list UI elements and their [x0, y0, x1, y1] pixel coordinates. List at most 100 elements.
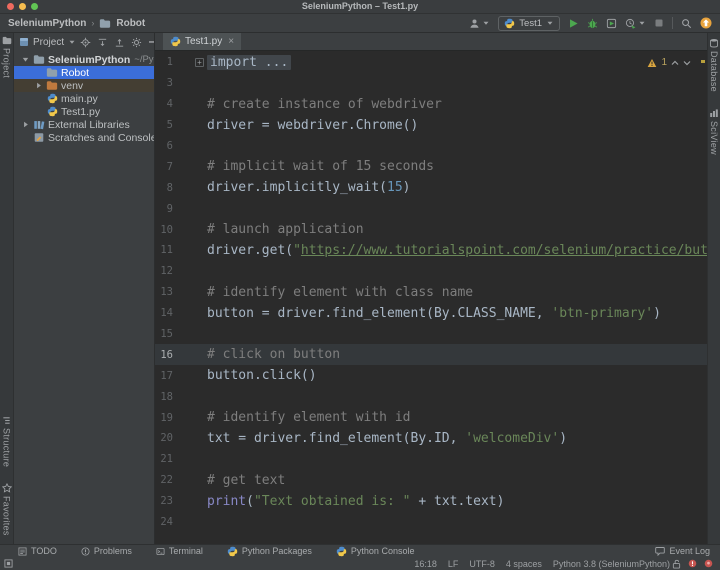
chevron-collapsed-icon[interactable] — [20, 120, 31, 129]
code-line-10[interactable]: 10# launch application — [155, 219, 707, 240]
caret-position-widget[interactable]: 16:18 — [414, 559, 437, 569]
navigation-bar: SeleniumPython › Robot Test1 — [0, 14, 720, 33]
code-line-20[interactable]: 20txt = driver.find_element(By.ID, 'welc… — [155, 428, 707, 449]
tree-item-test1-py[interactable]: Test1.py — [14, 105, 154, 118]
breadcrumb-folder[interactable]: Robot — [116, 18, 145, 29]
terminal-tool-button[interactable]: Terminal — [156, 546, 203, 556]
settings-button[interactable] — [131, 37, 142, 48]
code-editor[interactable]: 1+import ...34# create instance of webdr… — [155, 51, 707, 544]
debug-button[interactable] — [587, 18, 598, 29]
code-line-9[interactable]: 9 — [155, 198, 707, 219]
notifications-icon[interactable] — [704, 559, 713, 568]
event-log-button[interactable]: Event Log — [655, 546, 710, 556]
code-line-5[interactable]: 5driver = webdriver.Chrome() — [155, 115, 707, 136]
tree-item-robot[interactable]: Robot — [14, 66, 154, 79]
event-log-icon — [655, 546, 665, 556]
write-access-lock-icon[interactable] — [672, 559, 681, 569]
tree-item-main-py[interactable]: main.py — [14, 92, 154, 105]
fatal-error-indicator-icon[interactable] — [688, 559, 697, 568]
terminal-icon — [156, 547, 165, 556]
python-interpreter-widget[interactable]: Python 3.8 (SeleniumPython) — [553, 559, 670, 569]
hide-panel-button[interactable] — [148, 37, 155, 47]
close-tab-icon[interactable]: × — [228, 37, 234, 47]
python-console-tool-button[interactable]: Python Console — [336, 546, 415, 557]
chevron-down-icon[interactable] — [482, 19, 490, 27]
close-window-button[interactable] — [7, 3, 14, 10]
code-line-4[interactable]: 4# create instance of webdriver — [155, 94, 707, 115]
chevron-down-icon[interactable] — [638, 19, 646, 27]
code-line-8[interactable]: 8driver.implicitly_wait(15) — [155, 177, 707, 198]
code-line-7[interactable]: 7# implicit wait of 15 seconds — [155, 156, 707, 177]
code-segment: ) — [403, 180, 411, 195]
zoom-window-button[interactable] — [31, 3, 38, 10]
update-available-indicator[interactable] — [700, 17, 712, 29]
tool-window-label: Python Console — [351, 546, 415, 556]
tree-item-seleniumpython[interactable]: SeleniumPython~/PycharmPro — [14, 53, 154, 66]
code-line-14[interactable]: 14button = driver.find_element(By.CLASS_… — [155, 303, 707, 324]
code-line-16[interactable]: 16# click on button — [155, 344, 707, 365]
expand-all-button[interactable] — [97, 37, 108, 48]
editor-tab-test1py[interactable]: Test1.py × — [163, 33, 241, 50]
todo-tool-button[interactable]: TODO — [18, 546, 57, 556]
search-everywhere-button[interactable] — [681, 18, 692, 29]
file-encoding-widget[interactable]: UTF-8 — [469, 559, 495, 569]
favorites-tool-button[interactable]: Favorites — [2, 483, 12, 536]
code-segment: ( — [246, 494, 254, 509]
code-line-21[interactable]: 21 — [155, 449, 707, 470]
tree-item-scratches-and-consoles[interactable]: Scratches and Consoles — [14, 131, 154, 144]
chevron-expanded-icon[interactable] — [20, 55, 31, 64]
code-line-11[interactable]: 11driver.get("https://www.tutorialspoint… — [155, 240, 707, 261]
stop-button[interactable] — [654, 18, 664, 28]
line-separator-widget[interactable]: LF — [448, 559, 459, 569]
minimize-window-button[interactable] — [19, 3, 26, 10]
database-tool-button[interactable]: Database — [709, 38, 719, 92]
fold-toggle-icon[interactable]: + — [195, 58, 204, 67]
collapse-all-button[interactable] — [114, 37, 125, 48]
tree-item-venv[interactable]: venv — [14, 79, 154, 92]
indent-widget[interactable]: 4 spaces — [506, 559, 542, 569]
code-line-17[interactable]: 17button.click() — [155, 365, 707, 386]
code-segment: txt = driver.find_element(By.ID, — [207, 431, 465, 446]
tree-item-label: Scratches and Consoles — [47, 132, 154, 144]
inspections-widget[interactable]: 1 — [647, 57, 691, 68]
tree-item-external-libraries[interactable]: External Libraries — [14, 118, 154, 131]
code-text: button.click() — [207, 368, 317, 383]
editor-tab-bar: Test1.py × — [155, 33, 707, 51]
code-text: # implicit wait of 15 seconds — [207, 159, 434, 174]
line-number: 15 — [155, 328, 173, 340]
structure-tool-button[interactable]: Structure — [2, 416, 12, 467]
warning-stripe-mark[interactable] — [701, 60, 705, 63]
run-button[interactable] — [568, 18, 579, 29]
code-line-6[interactable]: 6 — [155, 136, 707, 157]
project-tool-button[interactable]: Project — [2, 36, 12, 78]
user-menu-button[interactable] — [469, 18, 490, 29]
line-number: 9 — [155, 203, 173, 215]
code-line-18[interactable]: 18 — [155, 386, 707, 407]
chevron-down-icon[interactable] — [68, 38, 76, 46]
code-line-22[interactable]: 22# get text — [155, 470, 707, 491]
python-packages-tool-button[interactable]: Python Packages — [227, 546, 312, 557]
line-number: 21 — [155, 453, 173, 465]
code-line-15[interactable]: 15 — [155, 324, 707, 345]
run-with-coverage-button[interactable] — [606, 18, 617, 29]
problems-tool-button[interactable]: Problems — [81, 546, 132, 556]
profiler-button[interactable] — [625, 18, 646, 29]
project-panel-title[interactable]: Project — [33, 37, 64, 48]
breadcrumb-project[interactable]: SeleniumPython — [8, 18, 86, 29]
tool-window-switcher-icon[interactable] — [4, 559, 13, 568]
code-line-3[interactable]: 3 — [155, 73, 707, 94]
code-line-19[interactable]: 19# identify element with id — [155, 407, 707, 428]
code-line-12[interactable]: 12 — [155, 261, 707, 282]
code-line-1[interactable]: 1+import ... — [155, 52, 707, 73]
locate-file-button[interactable] — [80, 37, 91, 48]
run-config-selector[interactable]: Test1 — [498, 16, 560, 31]
chevron-down-icon[interactable] — [546, 19, 554, 27]
sciview-tool-button[interactable]: SciView — [709, 108, 719, 155]
next-problem-icon[interactable] — [683, 59, 691, 67]
code-line-23[interactable]: 23print("Text obtained is: " + txt.text) — [155, 491, 707, 512]
previous-problem-icon[interactable] — [671, 59, 679, 67]
code-line-13[interactable]: 13# identify element with class name — [155, 282, 707, 303]
stop-icon — [654, 18, 664, 28]
chevron-collapsed-icon[interactable] — [33, 81, 44, 90]
code-line-24[interactable]: 24 — [155, 512, 707, 533]
